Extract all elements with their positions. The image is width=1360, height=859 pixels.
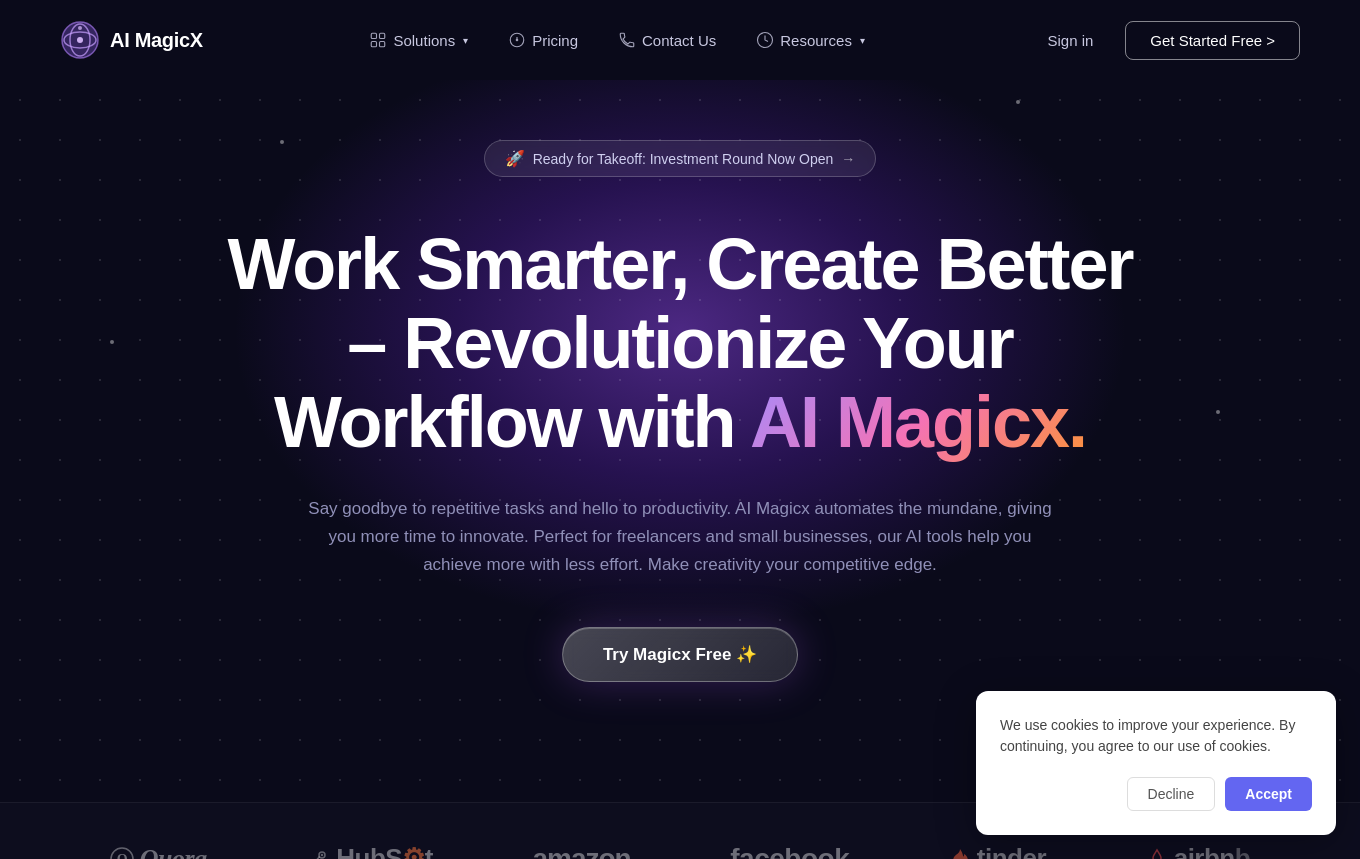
announcement-badge[interactable]: 🚀 Ready for Takeoff: Investment Round No…: [484, 140, 877, 177]
svg-point-11: [516, 39, 518, 41]
cookie-message: We use cookies to improve your experienc…: [1000, 715, 1312, 757]
pricing-icon: [508, 31, 526, 49]
decline-button[interactable]: Decline: [1127, 777, 1216, 811]
svg-text:Q: Q: [117, 852, 128, 859]
facebook-label: facebook: [730, 843, 849, 859]
brand-hubspot: HubS⚙t: [306, 843, 433, 859]
rocket-icon: 🚀: [505, 149, 525, 168]
nav-links: Solutions ▾ Pricing Contact Us Resources…: [353, 23, 880, 57]
nav-contact[interactable]: Contact Us: [602, 23, 732, 57]
accept-button[interactable]: Accept: [1225, 777, 1312, 811]
airbnb-icon: [1146, 847, 1168, 859]
quora-icon: Q: [110, 847, 134, 859]
nav-actions: Sign in Get Started Free >: [1031, 21, 1300, 60]
brand-tinder: tinder: [949, 843, 1046, 859]
logo-text: AI MagicX: [110, 29, 203, 52]
logo-icon: [60, 20, 100, 60]
svg-rect-5: [372, 33, 377, 38]
cookie-banner: We use cookies to improve your experienc…: [976, 691, 1336, 835]
quora-label: Quora: [140, 844, 207, 859]
svg-point-3: [77, 37, 83, 43]
brand-quora: Q Quora: [110, 844, 207, 859]
svg-rect-7: [372, 42, 377, 47]
get-started-button[interactable]: Get Started Free >: [1125, 21, 1300, 60]
contact-icon: [618, 31, 636, 49]
brand-amazon: amazon: [532, 843, 630, 859]
svg-point-17: [321, 854, 323, 856]
tinder-icon: [949, 847, 971, 859]
badge-arrow: →: [841, 151, 855, 167]
navbar: AI MagicX Solutions ▾ Pricing: [0, 0, 1360, 80]
nav-resources[interactable]: Resources ▾: [740, 23, 881, 57]
resources-chevron: ▾: [860, 35, 865, 46]
svg-rect-8: [380, 42, 385, 47]
hubspot-label: HubS⚙t: [336, 843, 433, 859]
dot-3: [1016, 100, 1020, 104]
cta-button[interactable]: Try Magicx Free ✨: [562, 627, 798, 682]
badge-text: Ready for Takeoff: Investment Round Now …: [533, 151, 834, 167]
amazon-label: amazon: [532, 843, 630, 859]
tinder-label: tinder: [977, 843, 1046, 859]
cookie-actions: Decline Accept: [1000, 777, 1312, 811]
solutions-icon: [369, 31, 387, 49]
sign-in-link[interactable]: Sign in: [1031, 24, 1109, 57]
hero-subtext: Say goodbye to repetitive tasks and hell…: [300, 495, 1060, 579]
hero-content: 🚀 Ready for Takeoff: Investment Round No…: [80, 140, 1280, 682]
brand-airbnb: airbnb: [1146, 843, 1250, 859]
hero-heading: Work Smarter, Create Better – Revolution…: [80, 225, 1280, 463]
resources-icon: [756, 31, 774, 49]
nav-pricing[interactable]: Pricing: [492, 23, 594, 57]
nav-solutions[interactable]: Solutions ▾: [353, 23, 484, 57]
airbnb-label: airbnb: [1174, 843, 1250, 859]
logo[interactable]: AI MagicX: [60, 20, 203, 60]
solutions-chevron: ▾: [463, 35, 468, 46]
svg-point-4: [78, 26, 82, 30]
brand-facebook: facebook: [730, 843, 849, 859]
svg-rect-6: [380, 33, 385, 38]
hubspot-icon: [306, 847, 330, 859]
